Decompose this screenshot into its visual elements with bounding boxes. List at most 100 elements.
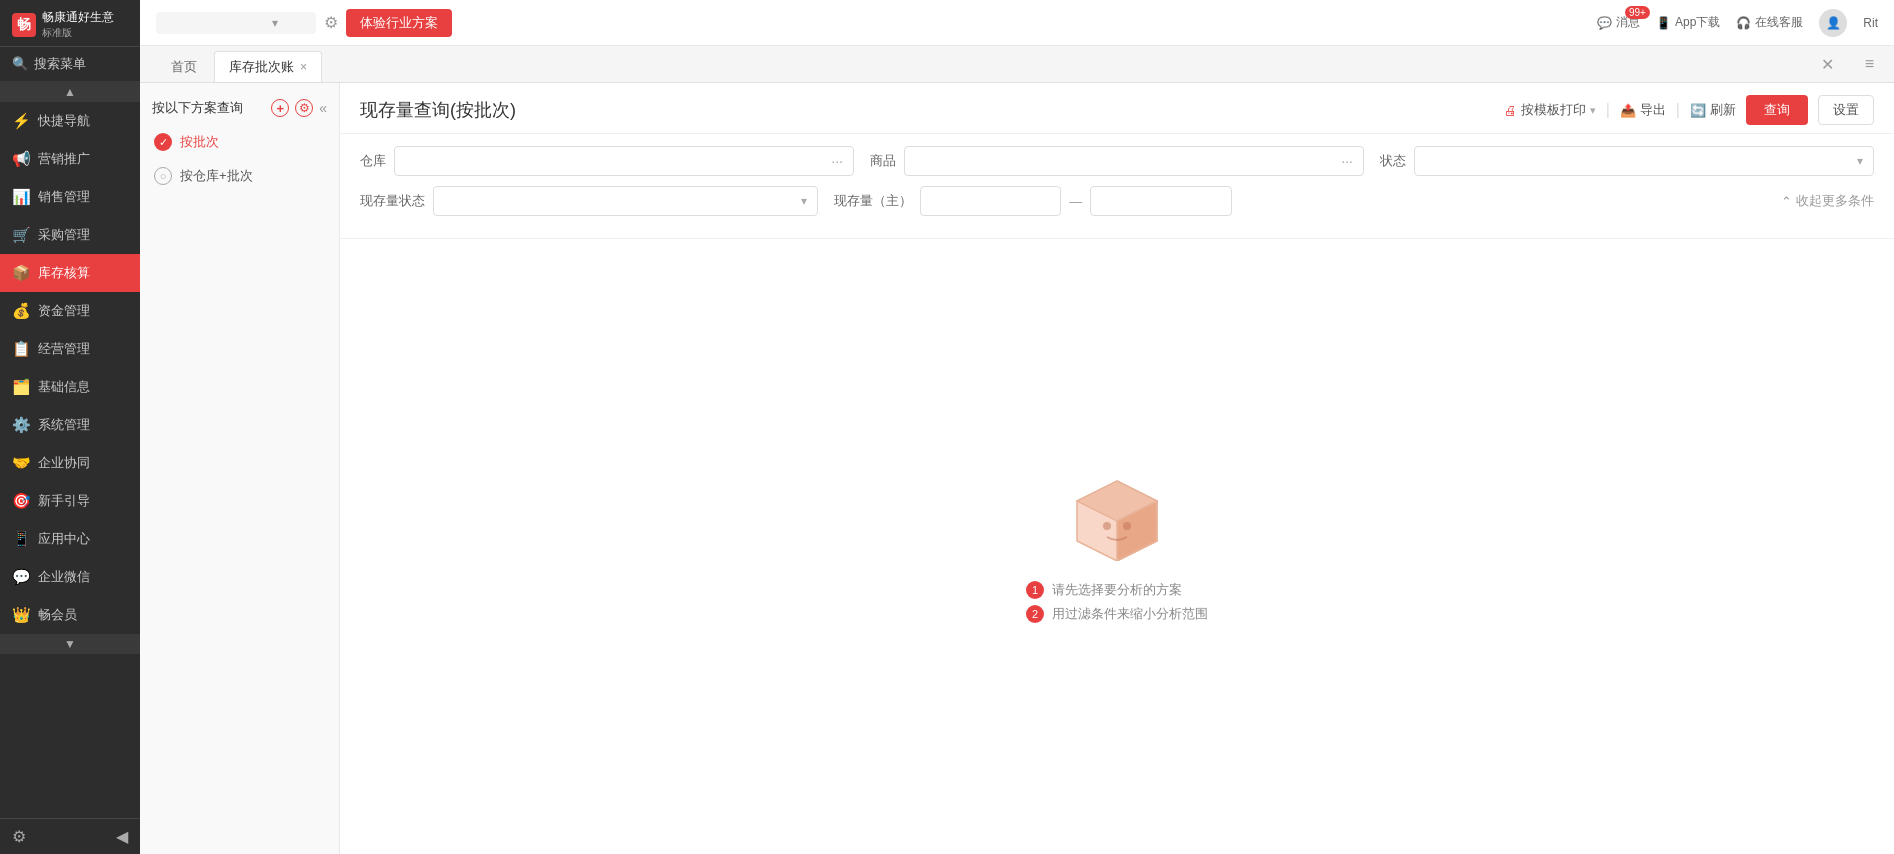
tab-close-icon[interactable]: × xyxy=(300,60,307,74)
sidebar: 畅 畅康通好生意 标准版 🔍 搜索菜单 ▲ ⚡ 快捷导航 📢 营销推广 📊 销售… xyxy=(0,0,140,854)
topbar: ▾ ⚙ 体验行业方案 💬 消息 99+ 📱 App下载 🎧 在线客服 xyxy=(140,0,1894,46)
svg-point-3 xyxy=(1103,522,1111,530)
customer-service-label: 在线客服 xyxy=(1755,14,1803,31)
sidebar-search[interactable]: 🔍 搜索菜单 xyxy=(0,47,140,82)
sidebar-item-enterprise[interactable]: 🤝 企业协同 xyxy=(0,444,140,482)
sidebar-item-member[interactable]: 👑 畅会员 xyxy=(0,596,140,634)
qty-dash: — xyxy=(1069,194,1082,209)
sidebar-item-finance[interactable]: 💰 资金管理 xyxy=(0,292,140,330)
export-btn[interactable]: 📤 导出 xyxy=(1620,101,1666,119)
sidebar-item-quick-nav[interactable]: ⚡ 快捷导航 xyxy=(0,102,140,140)
topbar-search-dropdown-icon[interactable]: ▾ xyxy=(272,16,278,30)
empty-icon xyxy=(1067,471,1167,561)
inventory-status-dropdown-icon[interactable]: ▾ xyxy=(801,194,807,208)
product-dots[interactable]: ··· xyxy=(1341,153,1353,169)
nav-label-guide: 新手引导 xyxy=(38,492,90,510)
refresh-btn[interactable]: 🔄 刷新 xyxy=(1690,101,1736,119)
nav-icon-member: 👑 xyxy=(12,606,30,624)
plan-item-batch[interactable]: ✓ 按批次 xyxy=(140,125,339,159)
nav-icon-marketing: 📢 xyxy=(12,150,30,168)
messages-badge: 99+ xyxy=(1625,6,1650,19)
user-avatar[interactable]: 👤 xyxy=(1819,9,1847,37)
main-area: ▾ ⚙ 体验行业方案 💬 消息 99+ 📱 App下载 🎧 在线客服 xyxy=(140,0,1894,854)
sidebar-item-inventory[interactable]: 📦 库存核算 xyxy=(0,254,140,292)
user-name[interactable]: Rit xyxy=(1863,16,1878,30)
filter-inventory-qty: 现存量（主） — xyxy=(834,186,1292,216)
product-input[interactable]: ··· xyxy=(904,146,1364,176)
sidebar-item-system[interactable]: ⚙️ 系统管理 xyxy=(0,406,140,444)
sidebar-item-operations[interactable]: 📋 经营管理 xyxy=(0,330,140,368)
footer-settings-icon[interactable]: ⚙ xyxy=(12,827,26,846)
empty-step-1: 1 请先选择要分析的方案 xyxy=(1026,581,1208,599)
nav-icon-system: ⚙️ xyxy=(12,416,30,434)
topbar-right: 💬 消息 99+ 📱 App下载 🎧 在线客服 👤 Rit xyxy=(1597,9,1878,37)
print-btn[interactable]: 🖨 按模板打印 ▾ xyxy=(1504,101,1596,119)
sidebar-item-wechat[interactable]: 💬 企业微信 xyxy=(0,558,140,596)
brand-title: 畅康通好生意 xyxy=(42,10,114,26)
nav-icon-base: 🗂️ xyxy=(12,378,30,396)
app-download-btn[interactable]: 📱 App下载 xyxy=(1656,14,1720,31)
status-dropdown-icon[interactable]: ▾ xyxy=(1857,154,1863,168)
warehouse-input[interactable]: ··· xyxy=(394,146,854,176)
tabbar: 首页 库存批次账 × ✕ ≡ xyxy=(140,46,1894,83)
tabbar-container: 首页 库存批次账 × xyxy=(140,46,1894,82)
demo-btn[interactable]: 体验行业方案 xyxy=(346,9,452,37)
sidebar-scroll-up[interactable]: ▲ xyxy=(0,82,140,102)
page-header-actions: 🖨 按模板打印 ▾ | 📤 导出 | 🔄 刷新 xyxy=(1504,95,1874,125)
left-panel: 按以下方案查询 + ⚙ « ✓ 按批次 ○ 按仓库+批次 xyxy=(140,83,340,854)
inventory-qty-to[interactable] xyxy=(1090,186,1231,216)
export-label: 导出 xyxy=(1640,101,1666,119)
topbar-search-input[interactable] xyxy=(166,16,266,30)
divider-2: | xyxy=(1676,101,1680,119)
topbar-left: ▾ ⚙ 体验行业方案 xyxy=(156,9,1585,37)
collapse-filter-btn[interactable]: ⌃ 收起更多条件 xyxy=(1781,192,1874,210)
nav-icon-guide: 🎯 xyxy=(12,492,30,510)
refresh-icon: 🔄 xyxy=(1690,103,1706,118)
tab-home[interactable]: 首页 xyxy=(156,51,212,82)
sidebar-item-apps[interactable]: 📱 应用中心 xyxy=(0,520,140,558)
tab-panel-close-icon[interactable]: ✕ xyxy=(1821,55,1834,74)
plan-settings-icon[interactable]: ⚙ xyxy=(295,99,313,117)
sidebar-search-label: 搜索菜单 xyxy=(34,55,86,73)
query-btn[interactable]: 查询 xyxy=(1746,95,1808,125)
inventory-status-select[interactable]: ▾ xyxy=(433,186,818,216)
inventory-status-label: 现存量状态 xyxy=(360,192,425,210)
nav-icon-sales: 📊 xyxy=(12,188,30,206)
warehouse-dots[interactable]: ··· xyxy=(831,153,843,169)
nav-label-base: 基础信息 xyxy=(38,378,90,396)
messages-btn[interactable]: 💬 消息 99+ xyxy=(1597,14,1640,31)
sidebar-item-purchase[interactable]: 🛒 采购管理 xyxy=(0,216,140,254)
page-header: 现存量查询(按批次) 🖨 按模板打印 ▾ | 📤 导出 | xyxy=(340,83,1894,134)
print-dropdown-icon[interactable]: ▾ xyxy=(1590,104,1596,117)
sidebar-item-base[interactable]: 🗂️ 基础信息 xyxy=(0,368,140,406)
empty-svg xyxy=(1067,471,1167,561)
nav-label-enterprise: 企业协同 xyxy=(38,454,90,472)
tab-inventory-batch[interactable]: 库存批次账 × xyxy=(214,51,322,82)
empty-illustration xyxy=(1067,471,1167,561)
collapse-left-panel-icon[interactable]: « xyxy=(319,100,327,116)
plan-icon-warehouse-batch: ○ xyxy=(154,167,172,185)
print-icon: 🖨 xyxy=(1504,103,1517,118)
sidebar-item-guide[interactable]: 🎯 新手引导 xyxy=(0,482,140,520)
settings-btn[interactable]: 设置 xyxy=(1818,95,1874,125)
sidebar-scroll-down[interactable]: ▼ xyxy=(0,634,140,654)
tab-home-label: 首页 xyxy=(171,58,197,76)
sidebar-item-marketing[interactable]: 📢 营销推广 xyxy=(0,140,140,178)
tab-menu-icon[interactable]: ≡ xyxy=(1865,55,1874,73)
filter-section: 仓库 ··· 商品 ··· xyxy=(340,134,1894,239)
nav-label-member: 畅会员 xyxy=(38,606,77,624)
plan-item-warehouse-batch[interactable]: ○ 按仓库+批次 xyxy=(140,159,339,193)
topbar-gear-icon[interactable]: ⚙ xyxy=(324,13,338,32)
status-select[interactable]: ▾ xyxy=(1414,146,1874,176)
nav-label-quick-nav: 快捷导航 xyxy=(38,112,90,130)
tab-inventory-batch-label: 库存批次账 xyxy=(229,58,294,76)
footer-collapse-icon[interactable]: ◀ xyxy=(116,827,128,846)
add-plan-icon[interactable]: + xyxy=(271,99,289,117)
sidebar-item-sales[interactable]: 📊 销售管理 xyxy=(0,178,140,216)
customer-service-btn[interactable]: 🎧 在线客服 xyxy=(1736,14,1803,31)
nav-icon-purchase: 🛒 xyxy=(12,226,30,244)
avatar-icon: 👤 xyxy=(1826,16,1841,30)
topbar-search-box[interactable]: ▾ xyxy=(156,12,316,34)
inventory-qty-from[interactable] xyxy=(920,186,1061,216)
page-title: 现存量查询(按批次) xyxy=(360,98,516,122)
